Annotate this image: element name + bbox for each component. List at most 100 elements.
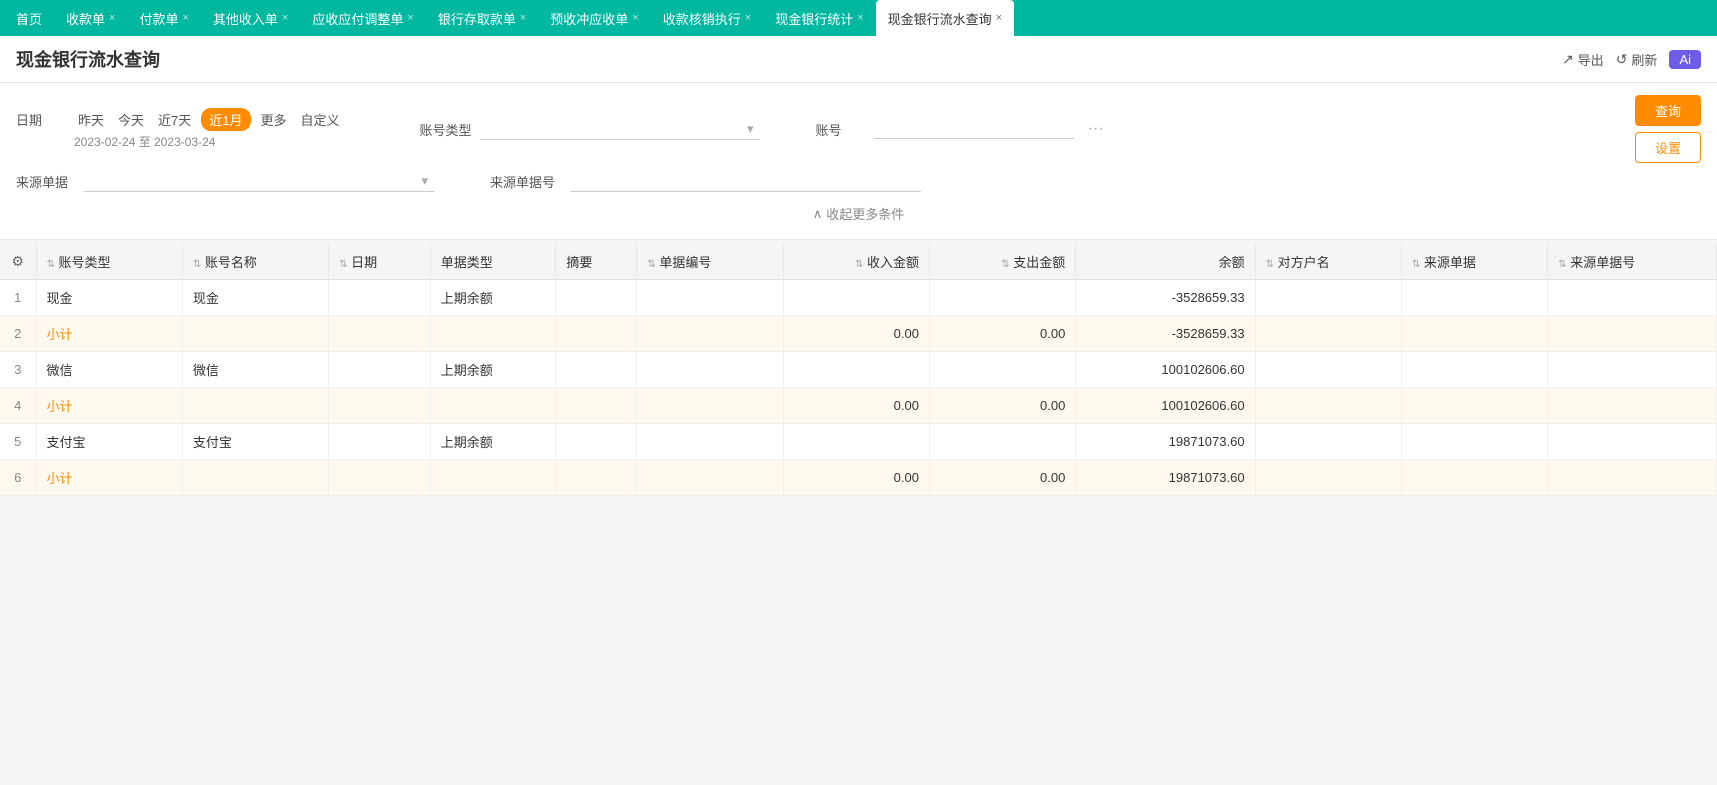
close-cunqu-icon[interactable]: × xyxy=(520,12,526,24)
sort-expense-icon: ⇅ xyxy=(1001,259,1009,270)
nav-tab-fukuandan[interactable]: 付款单 × xyxy=(127,0,200,36)
refresh-icon: ↺ xyxy=(1616,51,1628,68)
cell-expense: 0.00 xyxy=(929,388,1075,424)
query-button[interactable]: 查询 xyxy=(1635,95,1701,126)
filter-area: 日期 昨天 今天 近7天 近1月 更多 自定义 2023-02-24 至 202… xyxy=(0,83,1717,240)
cell-source-doc-no xyxy=(1548,460,1717,496)
cell-expense: 0.00 xyxy=(929,316,1075,352)
table-gear-icon[interactable]: ⚙ xyxy=(11,253,24,269)
date-label: 日期 xyxy=(16,110,66,129)
close-qitashouru-icon[interactable]: × xyxy=(282,12,288,24)
cell-counterparty xyxy=(1255,280,1401,316)
cell-income: 0.00 xyxy=(783,388,929,424)
close-yushouchong-icon[interactable]: × xyxy=(632,12,638,24)
account-type-filter: 账号类型 ▾ xyxy=(420,119,760,140)
source-doc-no-label: 来源单据号 xyxy=(490,172,555,191)
collapse-up-icon: ∧ xyxy=(813,206,823,222)
nav-tab-yushouchong[interactable]: 预收冲应收单 × xyxy=(538,0,650,36)
table-row: 1现金现金上期余额-3528659.33 xyxy=(0,280,1717,316)
cell-account-type: 小计 xyxy=(36,460,182,496)
cell-expense xyxy=(929,352,1075,388)
date-more[interactable]: 更多 xyxy=(257,108,291,131)
cell-account-name xyxy=(182,460,328,496)
cell-income xyxy=(783,280,929,316)
settings-button[interactable]: 设置 xyxy=(1635,132,1701,163)
close-shoukuandan-icon[interactable]: × xyxy=(109,12,115,24)
account-input[interactable] xyxy=(874,119,1074,139)
filter-row-2: 来源单据 ▾ 来源单据号 xyxy=(16,171,1701,192)
nav-tab-home[interactable]: 首页 xyxy=(4,0,54,36)
sort-account-type-icon: ⇅ xyxy=(47,259,55,270)
nav-tab-cunqu[interactable]: 银行存取款单 × xyxy=(426,0,538,36)
cell-doc-no xyxy=(637,352,783,388)
ai-button[interactable]: Ai xyxy=(1669,50,1701,69)
close-liushui-icon[interactable]: × xyxy=(996,12,1002,24)
export-button[interactable]: ↗ 导出 xyxy=(1562,50,1604,69)
date-yesterday[interactable]: 昨天 xyxy=(74,108,108,131)
date-1month[interactable]: 近1月 xyxy=(201,108,250,131)
th-account-name[interactable]: ⇅ 账号名称 xyxy=(182,244,328,280)
sort-account-name-icon: ⇅ xyxy=(193,259,201,270)
cell-doc-type: 上期余额 xyxy=(430,424,556,460)
date-7days[interactable]: 近7天 xyxy=(154,108,195,131)
date-today[interactable]: 今天 xyxy=(114,108,148,131)
cell-doc-no xyxy=(637,280,783,316)
th-source-doc[interactable]: ⇅ 来源单据 xyxy=(1401,244,1547,280)
cell-income xyxy=(783,424,929,460)
cell-source-doc-no xyxy=(1548,424,1717,460)
cell-account-type: 现金 xyxy=(36,280,182,316)
cell-summary xyxy=(556,424,637,460)
account-more-icon[interactable]: ··· xyxy=(1082,118,1110,140)
table-settings-col[interactable]: ⚙ xyxy=(0,244,36,280)
cell-doc-type: 上期余额 xyxy=(430,280,556,316)
date-custom[interactable]: 自定义 xyxy=(297,108,344,131)
data-table-wrapper: ⚙ ⇅ 账号类型 ⇅ 账号名称 ⇅ 日期 单据类型 摘要 ⇅ 单据编号 ⇅ 收入… xyxy=(0,244,1717,496)
cell-account-type: 支付宝 xyxy=(36,424,182,460)
th-expense[interactable]: ⇅ 支出金额 xyxy=(929,244,1075,280)
cell-counterparty xyxy=(1255,460,1401,496)
th-account-type[interactable]: ⇅ 账号类型 xyxy=(36,244,182,280)
cell-account-type: 小计 xyxy=(36,316,182,352)
th-date[interactable]: ⇅ 日期 xyxy=(329,244,431,280)
close-tiaozhen-icon[interactable]: × xyxy=(407,12,413,24)
cell-doc-type xyxy=(430,316,556,352)
cell-source-doc xyxy=(1401,424,1547,460)
cell-source-doc-no xyxy=(1548,280,1717,316)
close-hexiao-icon[interactable]: × xyxy=(745,12,751,24)
cell-row-num: 3 xyxy=(0,352,36,388)
cell-date xyxy=(329,388,431,424)
nav-tab-liushui[interactable]: 现金银行流水查询 × xyxy=(876,0,1014,36)
sort-source-doc-no-icon: ⇅ xyxy=(1558,259,1566,270)
cell-counterparty xyxy=(1255,352,1401,388)
cell-doc-type: 上期余额 xyxy=(430,352,556,388)
cell-date xyxy=(329,424,431,460)
close-fukuandan-icon[interactable]: × xyxy=(182,12,188,24)
action-buttons: 查询 设置 xyxy=(1635,95,1701,163)
nav-tab-shoukuandan[interactable]: 收款单 × xyxy=(54,0,127,36)
date-filter-group: 日期 昨天 今天 近7天 近1月 更多 自定义 2023-02-24 至 202… xyxy=(16,108,344,150)
close-tongji-icon[interactable]: × xyxy=(857,12,863,24)
header-actions: ↗ 导出 ↺ 刷新 Ai xyxy=(1562,50,1701,69)
collapse-label: 收起更多条件 xyxy=(826,204,904,223)
th-source-doc-no[interactable]: ⇅ 来源单据号 xyxy=(1548,244,1717,280)
nav-tab-qitashouru[interactable]: 其他收入单 × xyxy=(201,0,300,36)
cell-balance: 100102606.60 xyxy=(1076,388,1255,424)
cell-doc-no xyxy=(637,388,783,424)
export-icon: ↗ xyxy=(1562,51,1574,68)
th-counterparty[interactable]: ⇅ 对方户名 xyxy=(1255,244,1401,280)
refresh-button[interactable]: ↺ 刷新 xyxy=(1616,50,1658,69)
cell-summary xyxy=(556,388,637,424)
date-options: 昨天 今天 近7天 近1月 更多 自定义 xyxy=(74,108,344,131)
data-table: ⚙ ⇅ 账号类型 ⇅ 账号名称 ⇅ 日期 单据类型 摘要 ⇅ 单据编号 ⇅ 收入… xyxy=(0,244,1717,496)
account-type-select[interactable]: ▾ xyxy=(480,119,760,140)
nav-tab-tongji[interactable]: 现金银行统计 × xyxy=(763,0,875,36)
source-doc-no-input[interactable] xyxy=(571,172,921,192)
source-doc-select[interactable]: ▾ xyxy=(84,171,434,192)
th-doc-no[interactable]: ⇅ 单据编号 xyxy=(637,244,783,280)
collapse-bar[interactable]: ∧ 收起更多条件 xyxy=(16,200,1701,227)
cell-expense: 0.00 xyxy=(929,460,1075,496)
th-income[interactable]: ⇅ 收入金额 xyxy=(783,244,929,280)
cell-balance: -3528659.33 xyxy=(1076,280,1255,316)
nav-tab-hexiao[interactable]: 收款核销执行 × xyxy=(651,0,763,36)
nav-tab-tiaozhen[interactable]: 应收应付调整单 × xyxy=(300,0,425,36)
